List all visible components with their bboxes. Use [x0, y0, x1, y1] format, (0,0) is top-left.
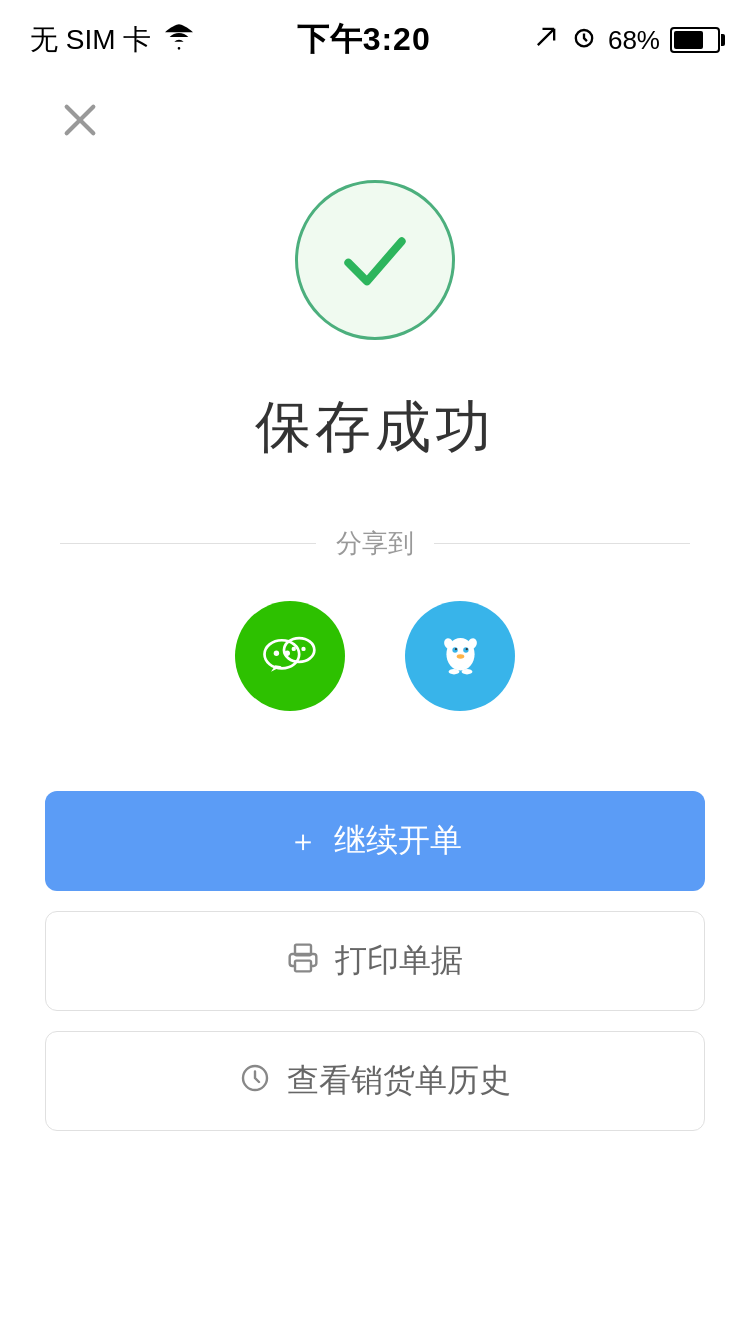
qq-share-button[interactable]	[405, 601, 515, 711]
svg-point-12	[454, 648, 456, 650]
printer-icon	[287, 942, 319, 981]
svg-point-5	[273, 650, 278, 655]
status-left: 无 SIM 卡	[30, 21, 195, 60]
status-bar: 无 SIM 卡 下午3:20 68%	[0, 0, 750, 80]
history-button[interactable]: 查看销货单历史	[45, 1031, 705, 1131]
status-right: 68%	[532, 23, 720, 58]
wifi-icon	[163, 21, 195, 60]
svg-point-11	[463, 647, 468, 652]
battery-percent: 68%	[608, 25, 660, 56]
svg-point-14	[456, 654, 464, 658]
print-button[interactable]: 打印单据	[45, 911, 705, 1011]
divider-left	[60, 543, 316, 544]
divider-right	[434, 543, 690, 544]
svg-rect-20	[295, 960, 311, 971]
share-icons	[235, 601, 515, 711]
success-title: 保存成功	[255, 390, 495, 466]
checkmark-icon	[335, 220, 415, 300]
plus-icon: ＋	[288, 821, 318, 862]
svg-point-8	[301, 646, 305, 650]
svg-point-10	[452, 647, 457, 652]
svg-point-3	[264, 640, 299, 668]
success-circle	[295, 180, 455, 340]
wechat-share-button[interactable]	[235, 601, 345, 711]
print-label: 打印单据	[335, 939, 463, 983]
share-label: 分享到	[316, 526, 434, 561]
location-icon	[532, 23, 560, 58]
svg-point-7	[291, 646, 295, 650]
history-label: 查看销货单历史	[287, 1059, 511, 1103]
action-buttons: ＋ 继续开单 打印单据 查看销货单历史	[45, 791, 705, 1131]
continue-order-button[interactable]: ＋ 继续开单	[45, 791, 705, 891]
close-button[interactable]	[50, 90, 110, 150]
qq-icon	[428, 624, 493, 689]
svg-point-6	[284, 650, 289, 655]
continue-order-label: 继续开单	[334, 819, 462, 863]
alarm-icon	[570, 23, 598, 58]
battery-icon	[670, 27, 720, 53]
carrier-text: 无 SIM 卡	[30, 21, 151, 59]
clock-icon	[239, 1062, 271, 1101]
svg-point-17	[448, 668, 459, 673]
main-content: 保存成功 分享到	[0, 80, 750, 1131]
svg-point-13	[465, 648, 467, 650]
status-time: 下午3:20	[297, 18, 431, 62]
share-divider: 分享到	[0, 526, 750, 561]
wechat-icon	[258, 624, 323, 689]
svg-point-18	[461, 668, 472, 673]
